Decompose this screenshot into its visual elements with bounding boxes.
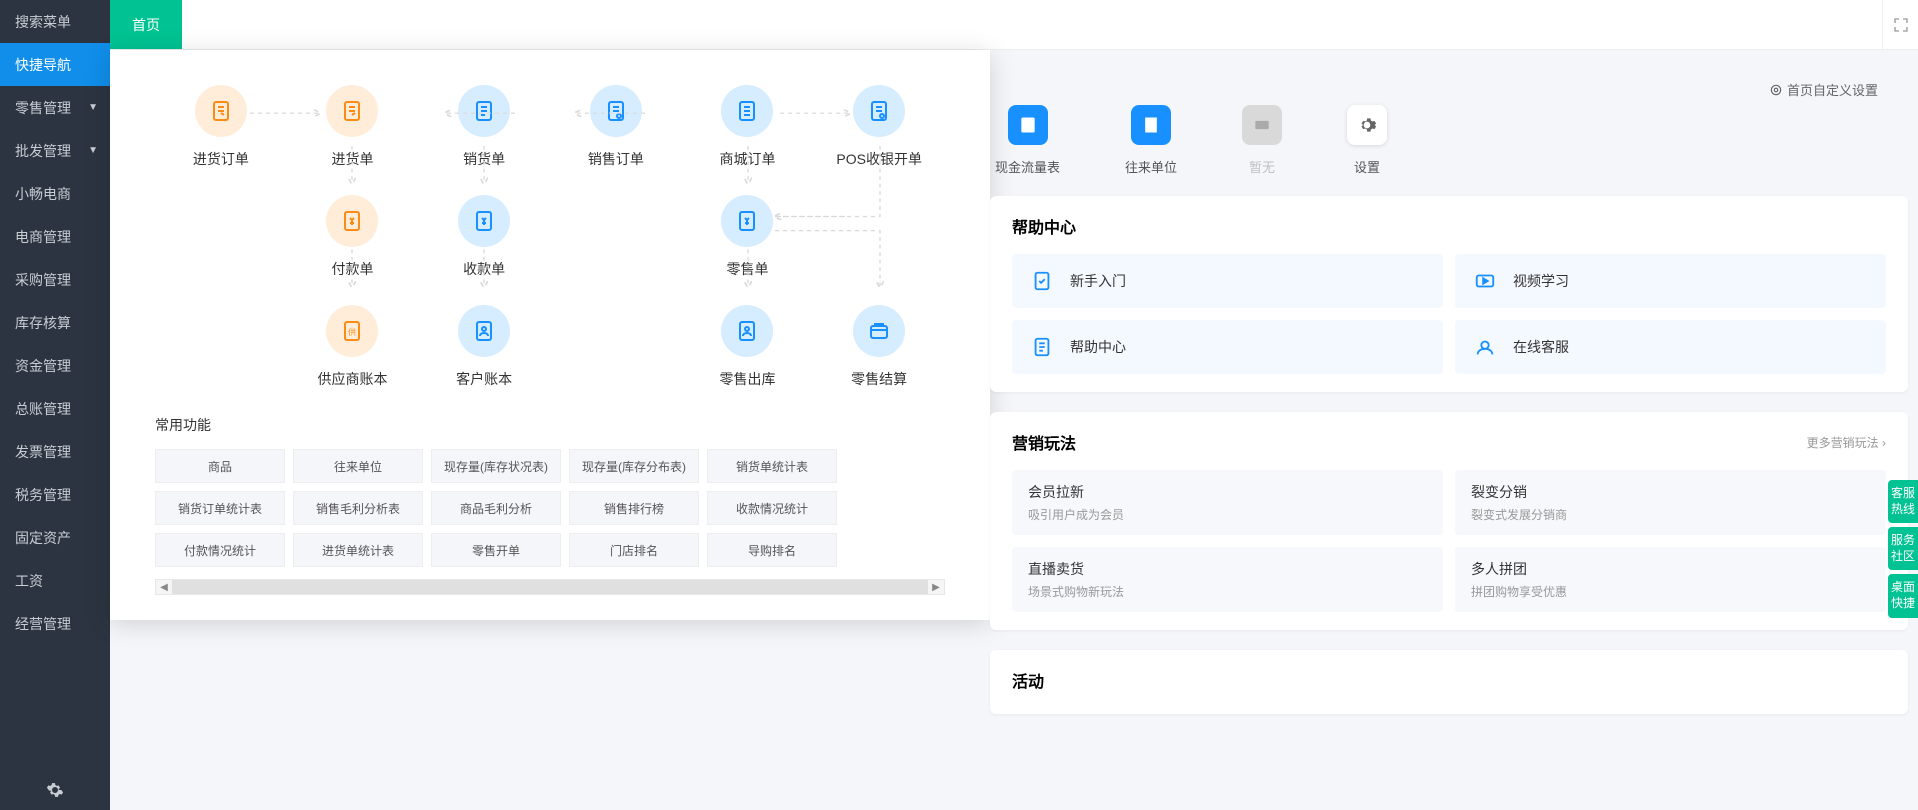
flow-node-sales-order[interactable]: 销售订单 [550, 85, 682, 175]
common-btn[interactable]: 进货单统计表 [293, 533, 423, 567]
gear-icon [1357, 115, 1377, 135]
sidebar-item-inventory[interactable]: 库存核算 [0, 301, 110, 344]
common-functions-grid: 商品 往来单位 现存量(库存状况表) 现存量(库存分布表) 销货单统计表 销货订… [155, 449, 945, 567]
common-btn[interactable]: 门店排名 [569, 533, 699, 567]
placeholder-icon [1252, 115, 1272, 135]
common-btn[interactable]: 商品毛利分析 [431, 491, 561, 525]
common-btn[interactable]: 付款情况统计 [155, 533, 285, 567]
sidebar-item-wholesale[interactable]: 批发管理▼ [0, 129, 110, 172]
flow-node-purchase-order[interactable]: 进货订单 [155, 85, 287, 175]
dashboard-customize-link[interactable]: 首页自定义设置 [1769, 80, 1878, 99]
gear-icon [46, 781, 64, 799]
flow-node-supplier-ledger[interactable]: 供供应商账本 [287, 305, 419, 395]
sidebar-item-invoice[interactable]: 发票管理 [0, 430, 110, 473]
flow-node-pos[interactable]: POS收银开单 [813, 85, 945, 175]
common-btn[interactable]: 商品 [155, 449, 285, 483]
flow-node-mall-order[interactable]: 商城订单 [682, 85, 814, 175]
marketing-card: 营销玩法 更多营销玩法 › 会员拉新吸引用户成为会员 裂变分销裂变式发展分销商 直… [990, 412, 1908, 630]
flow-node-purchase-bill[interactable]: 进货单 [287, 85, 419, 175]
caret-down-icon: ▼ [88, 145, 98, 156]
sidebar-item-funds[interactable]: 资金管理 [0, 344, 110, 387]
flow-node-retail-bill[interactable]: 零售单 [682, 195, 814, 285]
common-btn[interactable]: 导购排名 [707, 533, 837, 567]
sidebar-item-xc-ecom[interactable]: 小畅电商 [0, 172, 110, 215]
doc-check-icon [1031, 270, 1053, 292]
help-center-title: 帮助中心 [1012, 214, 1076, 238]
common-btn[interactable]: 收款情况统计 [707, 491, 837, 525]
fullscreen-button[interactable] [1882, 0, 1918, 49]
scroll-right-icon[interactable]: ▶ [928, 582, 944, 593]
sidebar-item-salary[interactable]: 工资 [0, 559, 110, 602]
headset-icon [1474, 336, 1496, 358]
sidebar-settings-button[interactable] [0, 770, 110, 810]
sidebar: 搜索菜单 快捷导航 零售管理▼ 批发管理▼ 小畅电商 电商管理 采购管理 库存核… [0, 0, 110, 810]
common-btn[interactable]: 销售排行榜 [569, 491, 699, 525]
common-btn[interactable]: 销货单统计表 [707, 449, 837, 483]
report-icon [1018, 115, 1038, 135]
common-btn[interactable]: 现存量(库存状况表) [431, 449, 561, 483]
mkt-member[interactable]: 会员拉新吸引用户成为会员 [1012, 470, 1443, 535]
doc-icon [1031, 336, 1053, 358]
mkt-group[interactable]: 多人拼团拼团购物享受优惠 [1455, 547, 1886, 612]
video-icon [1474, 270, 1496, 292]
sidebar-item-business[interactable]: 经营管理 [0, 602, 110, 645]
common-functions-title: 常用功能 [155, 415, 945, 435]
side-floaters: 客服 热线 服务 社区 桌面 快捷 [1888, 480, 1918, 618]
help-video[interactable]: 视频学习 [1455, 254, 1886, 308]
help-service[interactable]: 在线客服 [1455, 320, 1886, 374]
quick-settings[interactable]: 设置 [1347, 105, 1387, 176]
caret-down-icon: ▼ [88, 102, 98, 113]
tab-home[interactable]: 首页 [110, 0, 182, 49]
floater-hotline[interactable]: 客服 热线 [1888, 480, 1918, 523]
mkt-fission[interactable]: 裂变分销裂变式发展分销商 [1455, 470, 1886, 535]
sidebar-item-purchase[interactable]: 采购管理 [0, 258, 110, 301]
activity-card: 活动 [990, 650, 1908, 714]
sidebar-item-assets[interactable]: 固定资产 [0, 516, 110, 559]
dashboard-right: 首页自定义设置 现金流量表 往来单位 暂无 设置 帮助中心 新手入门 视频学习 … [990, 50, 1908, 714]
horizontal-scrollbar[interactable]: ◀ ▶ [155, 579, 945, 595]
common-btn[interactable]: 现存量(库存分布表) [569, 449, 699, 483]
flow-node-sales-bill[interactable]: 销货单 [418, 85, 550, 175]
quick-contacts[interactable]: 往来单位 [1125, 105, 1177, 176]
sidebar-item-search[interactable]: 搜索菜单 [0, 0, 110, 43]
common-btn[interactable]: 零售开单 [431, 533, 561, 567]
flow-diagram: 进货订单 进货单 销货单 销售订单 商城订单 POS收银开单 付款单 收款单 零… [155, 85, 945, 395]
building-icon [1141, 115, 1161, 135]
flow-node-receipt[interactable]: 收款单 [418, 195, 550, 285]
marketing-title: 营销玩法 [1012, 430, 1076, 454]
common-btn[interactable]: 往来单位 [293, 449, 423, 483]
floater-community[interactable]: 服务 社区 [1888, 527, 1918, 570]
flow-node-retail-outbound[interactable]: 零售出库 [682, 305, 814, 395]
floater-desktop[interactable]: 桌面 快捷 [1888, 574, 1918, 617]
svg-text:供: 供 [348, 327, 356, 337]
quicknav-flyout: 进货订单 进货单 销货单 销售订单 商城订单 POS收银开单 付款单 收款单 零… [110, 50, 990, 620]
flow-node-customer-ledger[interactable]: 客户账本 [418, 305, 550, 395]
tabbar: 首页 [110, 0, 1918, 50]
sidebar-item-quicknav[interactable]: 快捷导航 [0, 43, 110, 86]
activity-title: 活动 [1012, 668, 1044, 692]
quick-actions-row: 现金流量表 往来单位 暂无 设置 [990, 105, 1908, 176]
quick-empty[interactable]: 暂无 [1242, 105, 1282, 176]
mkt-live[interactable]: 直播卖货场景式购物新玩法 [1012, 547, 1443, 612]
fullscreen-icon [1893, 17, 1909, 33]
common-btn[interactable]: 销售毛利分析表 [293, 491, 423, 525]
sidebar-item-retail[interactable]: 零售管理▼ [0, 86, 110, 129]
target-icon [1769, 83, 1783, 97]
quick-cashflow[interactable]: 现金流量表 [995, 105, 1060, 176]
help-beginner[interactable]: 新手入门 [1012, 254, 1443, 308]
sidebar-item-tax[interactable]: 税务管理 [0, 473, 110, 516]
scroll-left-icon[interactable]: ◀ [156, 582, 172, 593]
common-btn[interactable]: 销货订单统计表 [155, 491, 285, 525]
marketing-more-link[interactable]: 更多营销玩法 › [1807, 434, 1886, 451]
flow-node-payment[interactable]: 付款单 [287, 195, 419, 285]
help-center[interactable]: 帮助中心 [1012, 320, 1443, 374]
scroll-track[interactable] [172, 580, 928, 594]
sidebar-item-ecom[interactable]: 电商管理 [0, 215, 110, 258]
help-center-card: 帮助中心 新手入门 视频学习 帮助中心 在线客服 [990, 196, 1908, 392]
sidebar-item-ledger[interactable]: 总账管理 [0, 387, 110, 430]
flow-node-retail-settle[interactable]: 零售结算 [813, 305, 945, 395]
